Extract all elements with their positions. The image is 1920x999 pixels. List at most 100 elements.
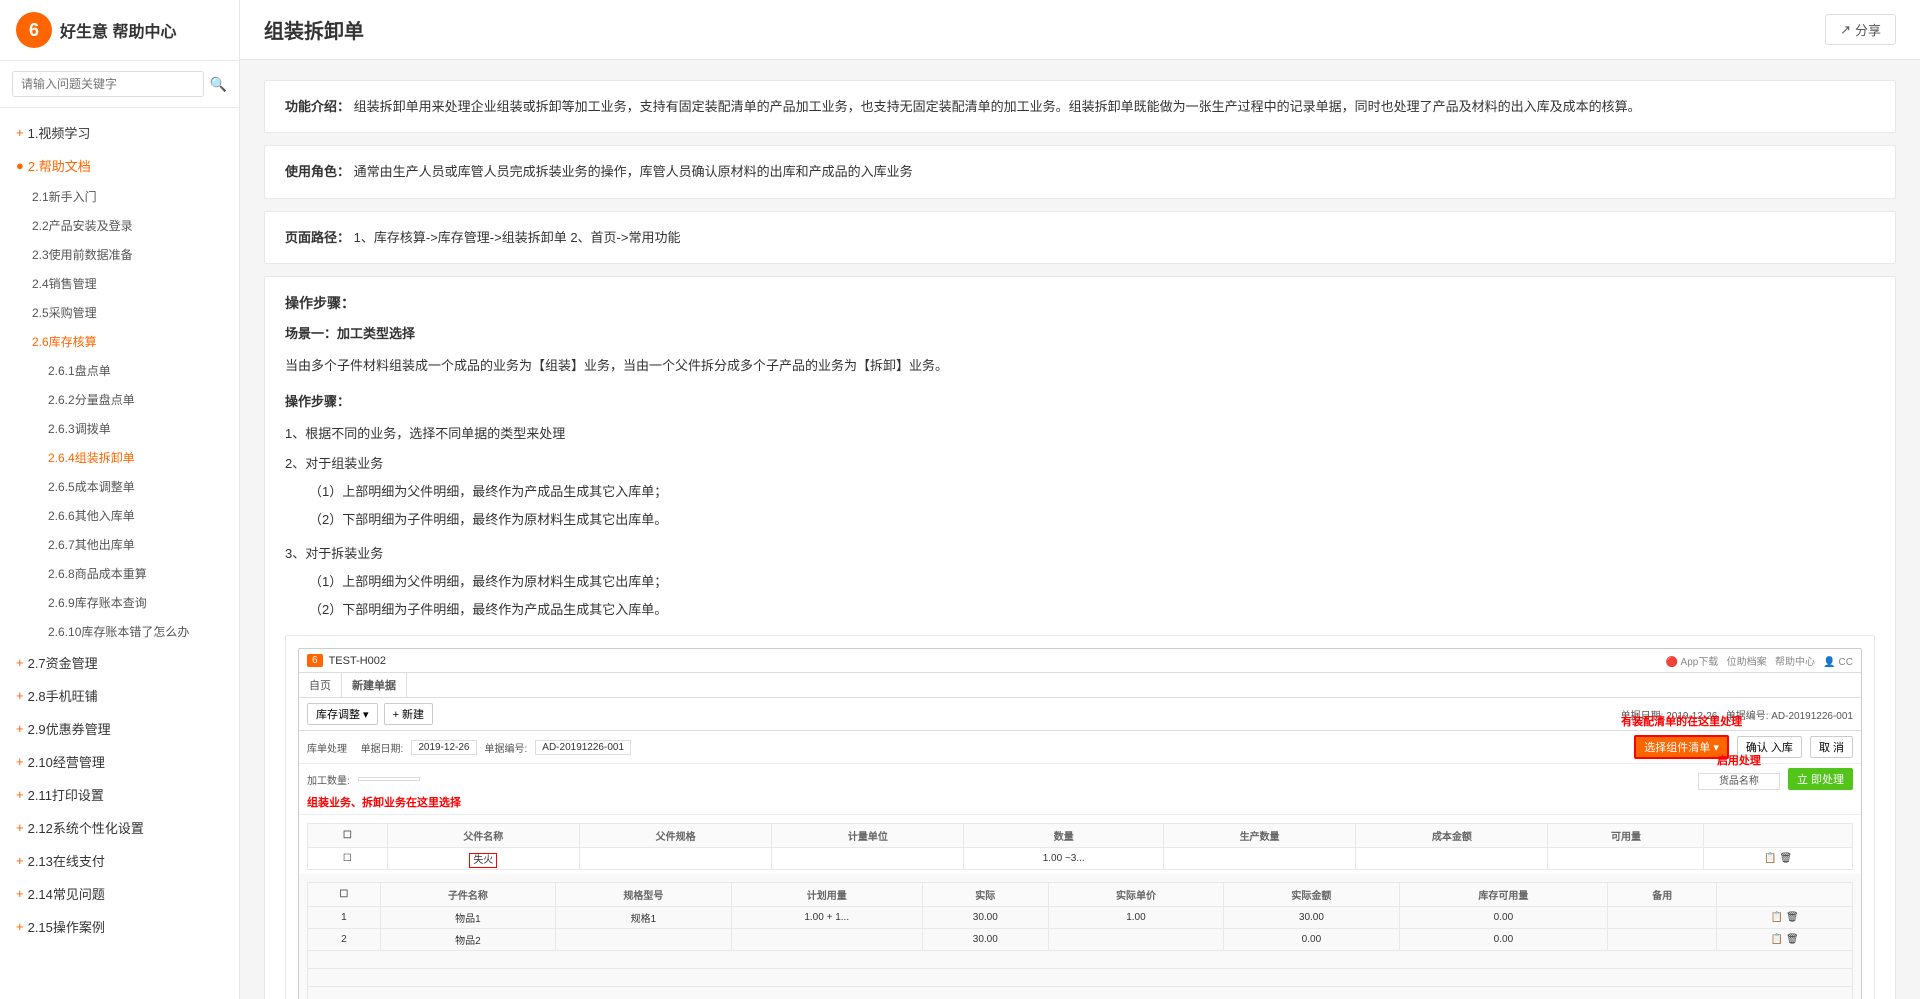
page-title: 组装拆卸单: [264, 15, 364, 44]
sidebar-item-faq[interactable]: + 2.14常见问题: [0, 877, 239, 910]
sidebar-item-sales[interactable]: 2.4销售管理: [0, 269, 239, 298]
sim-parent-table-section: ☐ 父件名称 父件规格 计量单位 数量 生产数量 成本金额 可用量: [299, 815, 1861, 874]
step2: 2、对于组装业务: [285, 451, 1875, 477]
plus-icon-online-pay: +: [16, 853, 24, 868]
screenshot-block: 6 TEST-H002 🔴 App下载 位助档案 帮助中心 👤 CC 自页 新建…: [285, 635, 1875, 999]
td-spec: [579, 848, 771, 870]
search-input[interactable]: [12, 71, 204, 97]
role-text: 通常由生产人员或库管人员完成拆装业务的操作，库管人员确认原材料的出库和产成品的入…: [354, 164, 913, 179]
th-sub-name: 子件名称: [380, 883, 555, 907]
function-intro-text: 组装拆卸单用来处理企业组装或拆卸等加工业务，支持有固定装配清单的产品加工业务，也…: [354, 99, 1641, 114]
steps-block: 操作步骤： 场景一：加工类型选择 当由多个子件材料组装成一个成品的业务为【组装】…: [264, 276, 1896, 999]
sidebar-item-splitcount[interactable]: 2.6.2分量盘点单: [0, 385, 239, 414]
step3: 3、对于拆装业务: [285, 541, 1875, 567]
th-actual: 实际: [922, 883, 1048, 907]
main-header: 组装拆卸单 ↗ 分享: [240, 0, 1920, 60]
sim-annotation-section: 库单处理 单据日期: 2019-12-26 单据编号: AD-20191226-…: [299, 731, 1861, 764]
search-box: 🔍: [0, 61, 239, 108]
sim-sub-table-section: ☐ 子件名称 规格型号 计划用量 实际 实际单价 实际金额 库存可用量 备用: [299, 874, 1861, 999]
sidebar-item-cost[interactable]: 2.6.5成本调整单: [0, 472, 239, 501]
sidebar-header: 6 好生意 帮助中心: [0, 0, 239, 61]
sidebar-item-new-user[interactable]: 2.1新手入门: [0, 182, 239, 211]
td-cost: [1356, 848, 1548, 870]
logo-text: 好生意 帮助中心: [60, 18, 176, 42]
sidebar-item-stockcount[interactable]: 2.6.1盘点单: [0, 356, 239, 385]
sidebar-item-goods-cost[interactable]: 2.6.8商品成本重算: [0, 559, 239, 588]
sidebar-item-inventory[interactable]: 2.6库存核算: [0, 327, 239, 356]
plus-icon: +: [16, 125, 24, 140]
plus-icon-coupon: +: [16, 721, 24, 736]
th-sub-checkbox: ☐: [308, 883, 381, 907]
sidebar-item-coupon[interactable]: + 2.9优惠券管理: [0, 712, 239, 745]
plus-icon-personalize: +: [16, 820, 24, 835]
sidebar-item-purchase[interactable]: 2.5采购管理: [0, 298, 239, 327]
sim-title-bar: 6 TEST-H002 🔴 App下载 位助档案 帮助中心 👤 CC: [299, 649, 1861, 673]
sim-btn-new[interactable]: + 新建: [384, 703, 433, 725]
sidebar-item-print[interactable]: + 2.11打印设置: [0, 778, 239, 811]
th-parent-name: 父件名称: [387, 824, 579, 848]
sim-btn-back[interactable]: 库存调整 ▾: [307, 703, 378, 725]
step3-1: （1）上部明细为父件明细，最终作为原材料生成其它出库单；: [285, 569, 1875, 595]
th-actual-amt: 实际金额: [1224, 883, 1399, 907]
share-button[interactable]: ↗ 分享: [1825, 14, 1896, 45]
sidebar-item-finance[interactable]: + 2.7资金管理: [0, 646, 239, 679]
sim-cancel-btn[interactable]: 取 消: [1810, 736, 1853, 758]
role-label: 使用角色：: [285, 164, 350, 179]
sim-apply-btn[interactable]: 立 即处理: [1788, 768, 1853, 790]
plus-icon-finance: +: [16, 655, 24, 670]
table-row: [308, 987, 1853, 999]
th-parent-spec: 父件规格: [579, 824, 771, 848]
plus-icon-faq: +: [16, 886, 24, 901]
sidebar-item-stock-ledger[interactable]: 2.6.9库存账本查询: [0, 588, 239, 617]
th-qty: 数量: [964, 824, 1163, 848]
minus-icon: ●: [16, 158, 24, 173]
sim-no-val: AD-20191226-001: [535, 740, 631, 755]
th-unit: 计量单位: [772, 824, 964, 848]
scene-one-desc: 当由多个子件材料组装成一个成品的业务为【组装】业务，当由一个父件拆分成多个子产品…: [285, 353, 1875, 379]
sidebar-item-online-pay[interactable]: + 2.13在线支付: [0, 844, 239, 877]
sidebar-item-other-in[interactable]: 2.6.6其他入库单: [0, 501, 239, 530]
sidebar-item-video[interactable]: + 1.视频学习: [0, 116, 239, 149]
annotation-top-label: 有装配清单的在这里处理: [1621, 713, 1742, 729]
assembly-annotation-row: 组装业务、拆卸业务在这里选择: [307, 794, 1853, 810]
ops-title: 操作步骤：: [285, 293, 1875, 313]
sidebar-item-adjust[interactable]: 2.6.3调拨单: [0, 414, 239, 443]
annotation-enable-label: 启用处理: [1717, 752, 1761, 768]
sim-doc-tab: 新建单据: [342, 673, 407, 697]
sim-enable-input: 货品名称: [1698, 773, 1780, 790]
th-available: 可用量: [1548, 824, 1704, 848]
sidebar-item-stock-error[interactable]: 2.6.10库存账本错了怎么办: [0, 617, 239, 646]
td-parent-name: 失火: [387, 848, 579, 870]
sim-enable-container: 货品名称 启用处理: [1698, 772, 1780, 787]
sim-type-text: 加工数量:: [307, 772, 350, 787]
ops-steps-label: 操作步骤：: [285, 389, 1875, 415]
sidebar-item-assembly[interactable]: 2.6.4组装拆卸单: [0, 443, 239, 472]
sidebar-item-install[interactable]: 2.2产品安装及登录: [0, 211, 239, 240]
sidebar-item-cases[interactable]: + 2.15操作案例: [0, 910, 239, 943]
role-block: 使用角色： 通常由生产人员或库管人员完成拆装业务的操作，库管人员确认原材料的出库…: [264, 145, 1896, 198]
sim-home: 自页: [299, 673, 342, 697]
plus-icon-print: +: [16, 787, 24, 802]
sidebar-item-personalize[interactable]: + 2.12系统个性化设置: [0, 811, 239, 844]
sim-assembly-btn[interactable]: 选择组件清单 ▾: [1634, 735, 1729, 759]
th-prod-qty: 生产数量: [1163, 824, 1355, 848]
th-plan-qty: 计划用量: [731, 883, 922, 907]
sim-type-row: 库单处理 单据日期: 2019-12-26 单据编号: AD-20191226-…: [307, 735, 1853, 759]
sidebar-item-operation[interactable]: + 2.10经营管理: [0, 745, 239, 778]
sim-parent-table: ☐ 父件名称 父件规格 计量单位 数量 生产数量 成本金额 可用量: [307, 823, 1853, 870]
td-checkbox: ☐: [308, 848, 388, 870]
path-label: 页面路径：: [285, 230, 350, 245]
th-stock-avail: 库存可用量: [1399, 883, 1608, 907]
sim-date-val: 2019-12-26: [411, 740, 476, 755]
sim-type-section: 加工数量: 货品名称 启用处理 立 即处理: [299, 764, 1861, 815]
content-area: 功能介绍： 组装拆卸单用来处理企业组装或拆卸等加工业务，支持有固定装配清单的产品…: [240, 60, 1920, 999]
search-button[interactable]: 🔍: [210, 76, 227, 93]
sidebar-item-mobile[interactable]: + 2.8手机旺铺: [0, 679, 239, 712]
td-qty: 1.00 ~3...: [964, 848, 1163, 870]
step2-1: （1）上部明细为父件明细，最终作为产成品生成其它入库单；: [285, 479, 1875, 505]
table-row: [308, 969, 1853, 987]
sidebar-item-help-doc[interactable]: ● 2.帮助文档: [0, 149, 239, 182]
sidebar-item-other-out[interactable]: 2.6.7其他出库单: [0, 530, 239, 559]
sidebar-item-prepare[interactable]: 2.3使用前数据准备: [0, 240, 239, 269]
main-content: 组装拆卸单 ↗ 分享 功能介绍： 组装拆卸单用来处理企业组装或拆卸等加工业务，支…: [240, 0, 1920, 999]
